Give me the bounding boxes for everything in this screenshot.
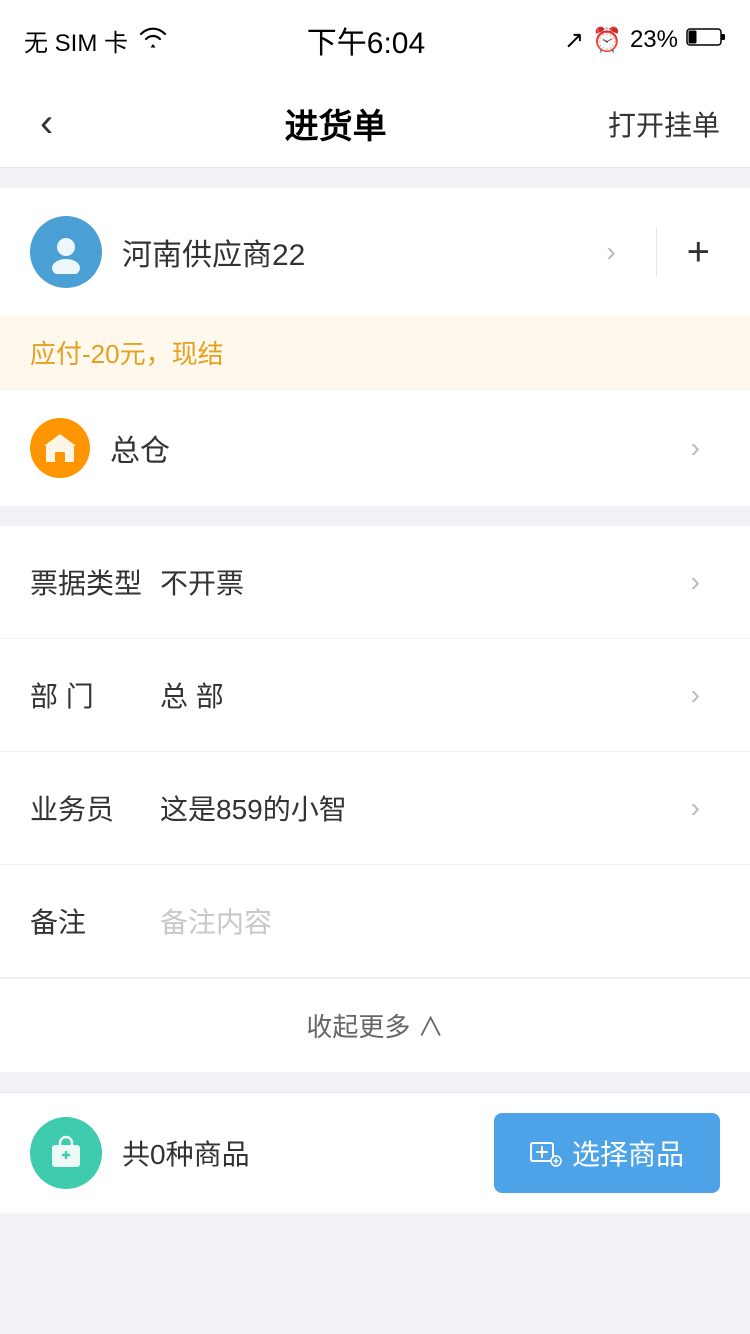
remarks-row[interactable]: 备注 备注内容: [0, 865, 750, 978]
select-product-button[interactable]: 选择商品: [494, 1113, 720, 1193]
department-row[interactable]: 部 门 总 部 ›: [0, 639, 750, 752]
notice-bar: 应付-20元，现结: [0, 316, 750, 389]
battery-text: 23%: [630, 26, 678, 54]
salesperson-label: 业务员: [30, 788, 160, 828]
collapse-button[interactable]: 收起更多 ∧: [0, 978, 750, 1072]
remarks-label: 备注: [30, 901, 160, 941]
battery-icon: [686, 26, 726, 54]
salesperson-row[interactable]: 业务员 这是859的小智 ›: [0, 752, 750, 865]
chevron-right-icon-4: ›: [691, 679, 700, 711]
select-product-label: 选择商品: [572, 1133, 684, 1173]
location-icon: ↗: [564, 26, 584, 55]
divider: [656, 227, 657, 277]
supplier-section: 河南供应商22 › + 应付-20元，现结 总仓 ›: [0, 188, 750, 506]
remarks-input[interactable]: 备注内容: [160, 901, 720, 941]
nav-bar: ‹ 进货单 打开挂单: [0, 80, 750, 168]
invoice-type-value: 不开票: [160, 562, 691, 602]
invoice-type-row[interactable]: 票据类型 不开票 ›: [0, 526, 750, 639]
chevron-right-icon-2: ›: [691, 432, 700, 464]
status-bar: 无 SIM 卡 下午6:04 ↗ ⏰ 23%: [0, 0, 750, 80]
invoice-type-label: 票据类型: [30, 562, 160, 602]
product-icon: [30, 1117, 102, 1189]
supplier-avatar: [30, 216, 102, 288]
supplier-row[interactable]: 河南供应商22 › +: [0, 188, 750, 316]
page-title: 进货单: [285, 99, 387, 148]
back-button[interactable]: ‹: [30, 91, 63, 156]
product-count-text: 共0种商品: [122, 1133, 494, 1173]
salesperson-value: 这是859的小智: [160, 788, 691, 828]
status-time: 下午6:04: [307, 18, 425, 62]
open-pending-button[interactable]: 打开挂单: [608, 104, 720, 144]
gap-1: [0, 168, 750, 188]
warehouse-name: 总仓: [110, 426, 691, 470]
form-section: 票据类型 不开票 › 部 门 总 部 › 业务员 这是859的小智 › 备注 备…: [0, 526, 750, 1072]
wifi-icon: [138, 26, 168, 55]
add-supplier-button[interactable]: +: [677, 230, 720, 275]
supplier-name: 河南供应商22: [122, 230, 606, 274]
chevron-right-icon-5: ›: [691, 792, 700, 824]
chevron-right-icon: ›: [606, 236, 615, 268]
alarm-icon: ⏰: [592, 26, 622, 55]
department-value: 总 部: [160, 675, 691, 715]
warehouse-icon: [30, 418, 90, 478]
bottom-bar: 共0种商品 选择商品: [0, 1092, 750, 1213]
warehouse-row[interactable]: 总仓 ›: [0, 389, 750, 506]
status-left: 无 SIM 卡: [24, 23, 168, 58]
status-right: ↗ ⏰ 23%: [564, 26, 726, 55]
carrier-text: 无 SIM 卡: [24, 23, 128, 58]
department-label: 部 门: [30, 675, 160, 715]
chevron-right-icon-3: ›: [691, 566, 700, 598]
